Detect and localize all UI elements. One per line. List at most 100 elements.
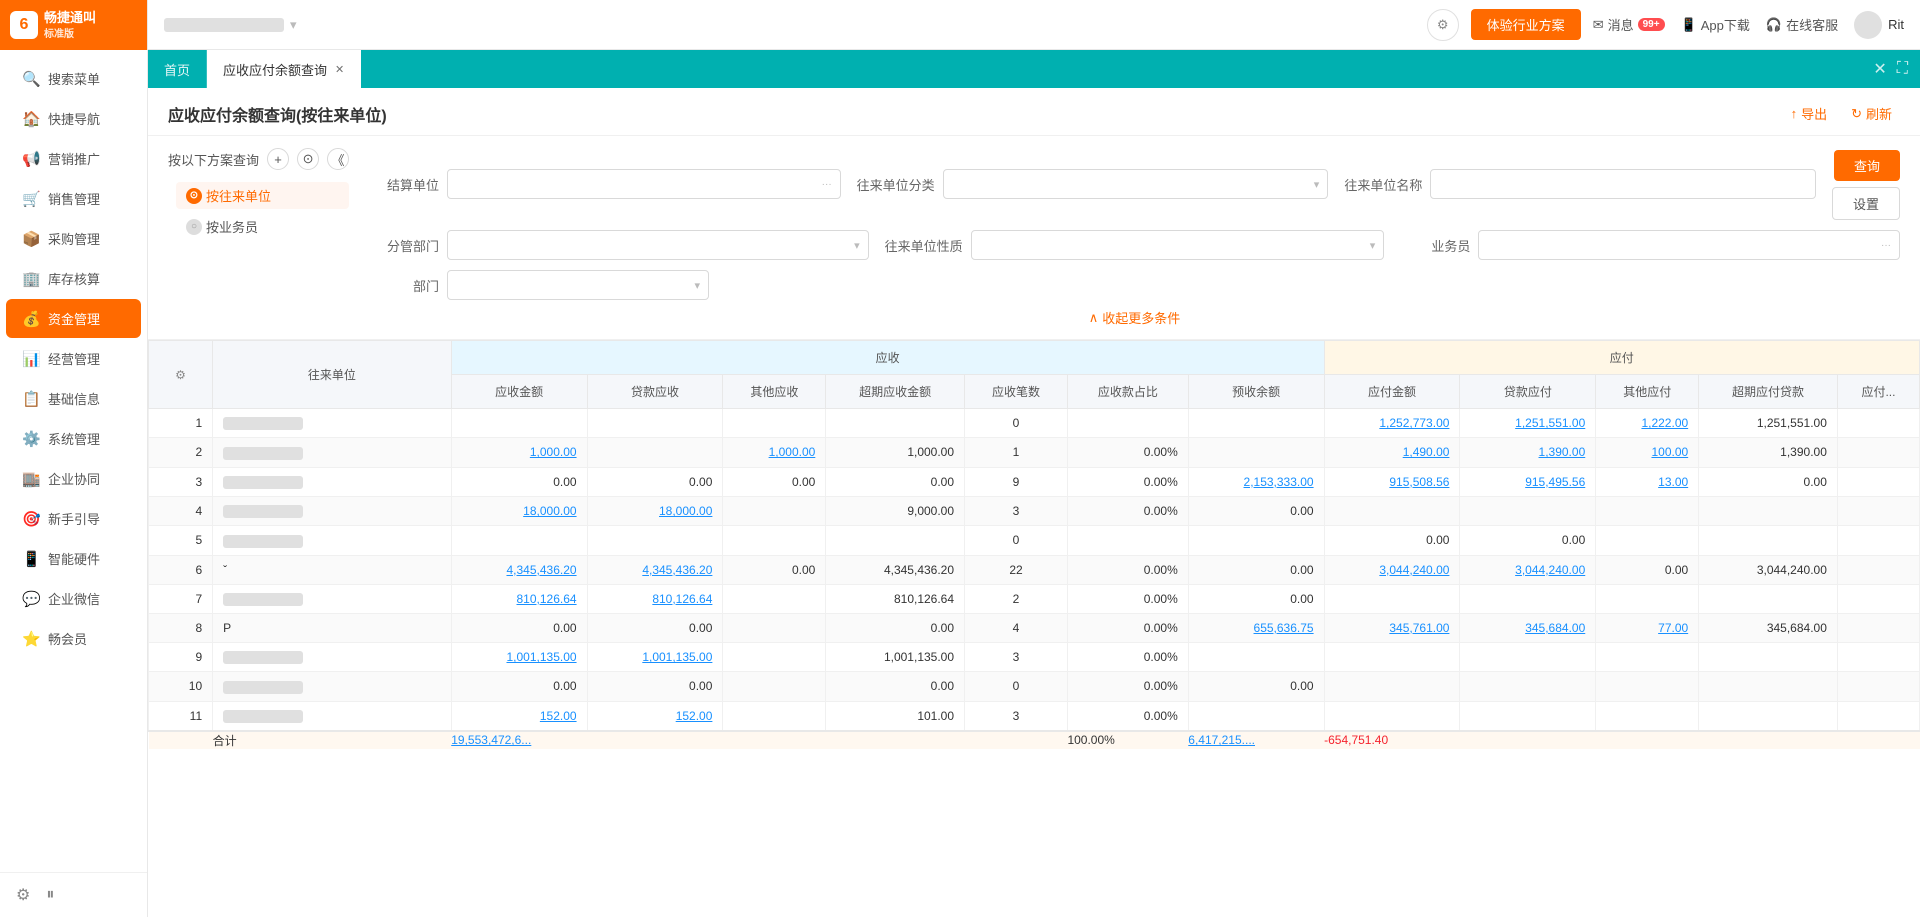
row-ap-loan — [1460, 496, 1596, 525]
col-settings-icon[interactable]: ⚙ — [170, 364, 192, 386]
row-ap-other[interactable]: 100.00 — [1596, 438, 1699, 467]
row-ar-ratio: 0.00% — [1067, 584, 1188, 613]
row-ar-amount[interactable]: 1,001,135.00 — [451, 642, 587, 671]
row-ar-other — [723, 496, 826, 525]
row-ar-amount: 0.00 — [451, 672, 587, 701]
online-service-button[interactable]: 🎧 在线客服 — [1766, 15, 1838, 34]
export-button[interactable]: ↑ 导出 — [1783, 100, 1836, 127]
total-ar-amount[interactable]: 19,553,472,6... — [451, 731, 587, 749]
row-ap-amount[interactable]: 345,761.00 — [1324, 613, 1460, 642]
scheme-add-button[interactable]: + — [267, 148, 289, 170]
row-ap-overdue — [1699, 496, 1838, 525]
query-button[interactable]: 查询 — [1834, 150, 1900, 181]
settings-button[interactable]: ⚙ — [1427, 9, 1459, 41]
row-ap-loan[interactable]: 1,390.00 — [1460, 438, 1596, 467]
row-ar-loan[interactable]: 810,126.64 — [587, 584, 723, 613]
salesman-input[interactable]: ··· — [1478, 230, 1900, 260]
tab-ar-ap[interactable]: 应收应付余额查询 ✕ — [207, 50, 361, 88]
row-prepay[interactable]: 655,636.75 — [1188, 613, 1324, 642]
scheme-by-salesman[interactable]: ○ 按业务员 — [176, 213, 349, 240]
app-download-button[interactable]: 📱 App下载 — [1681, 15, 1750, 34]
row-prepay[interactable]: 2,153,333.00 — [1188, 467, 1324, 496]
chevron-down-icon-2: ▾ — [854, 239, 860, 252]
row-ap-loan[interactable]: 1,251,551.00 — [1460, 409, 1596, 438]
dept-input[interactable]: ▾ — [447, 270, 709, 300]
tab-close-icon[interactable]: ✕ — [335, 63, 344, 76]
sidebar-label-search: 搜索菜单 — [48, 69, 100, 88]
row-no: 11 — [149, 701, 213, 731]
scheme-label: 按以下方案查询 — [168, 150, 259, 169]
row-ap-other — [1596, 701, 1699, 731]
filter-row-1: 结算单位 ··· 往来单位分类 ▾ — [369, 148, 1900, 220]
refresh-button[interactable]: ↻ 刷新 — [1843, 100, 1900, 127]
row-ap-loan[interactable]: 345,684.00 — [1460, 613, 1596, 642]
row-ap-loan[interactable]: 3,044,240.00 — [1460, 555, 1596, 584]
scheme-collapse-button[interactable]: 《 — [327, 148, 349, 170]
row-ar-loan[interactable]: 4,345,436.20 — [587, 555, 723, 584]
row-ar-amount[interactable]: 4,345,436.20 — [451, 555, 587, 584]
user-profile[interactable]: Rit — [1854, 11, 1904, 39]
sidebar-item-quick[interactable]: 🏠 快捷导航 — [6, 99, 141, 138]
sidebar-item-finance[interactable]: 💰 资金管理 — [6, 299, 141, 338]
total-prepay[interactable]: 6,417,215.... — [1188, 731, 1324, 749]
row-ap-overdue: 345,684.00 — [1699, 613, 1838, 642]
row-ar-amount[interactable]: 1,000.00 — [451, 438, 587, 467]
maximize-icon[interactable]: ⛶ — [1897, 60, 1908, 78]
col-settings-header[interactable]: ⚙ — [149, 341, 213, 409]
row-ap-amount[interactable]: 3,044,240.00 — [1324, 555, 1460, 584]
row-ap-amount — [1324, 701, 1460, 731]
row-ar-other[interactable]: 1,000.00 — [723, 438, 826, 467]
partner-nature-input[interactable]: ▾ — [971, 230, 1385, 260]
sidebar-item-wechat[interactable]: 💬 企业微信 — [6, 579, 141, 618]
row-ap-loan[interactable]: 915,495.56 — [1460, 467, 1596, 496]
row-ar-amount[interactable]: 810,126.64 — [451, 584, 587, 613]
row-ap-other[interactable]: 77.00 — [1596, 613, 1699, 642]
settings-footer-icon[interactable]: ⚙ — [16, 885, 30, 905]
row-ar-amount[interactable]: 18,000.00 — [451, 496, 587, 525]
sidebar-item-marketing[interactable]: 📢 营销推广 — [6, 139, 141, 178]
row-ap-amount[interactable]: 1,252,773.00 — [1324, 409, 1460, 438]
tab-home[interactable]: 首页 — [148, 50, 207, 88]
close-window-icon[interactable]: ✕ — [1873, 59, 1886, 79]
scheme-settings-button[interactable]: ⊙ — [297, 148, 319, 170]
sidebar-item-sales[interactable]: 🛒 销售管理 — [6, 179, 141, 218]
row-ap-amount[interactable]: 1,490.00 — [1324, 438, 1460, 467]
sidebar-item-hardware[interactable]: 📱 智能硬件 — [6, 539, 141, 578]
row-ar-loan[interactable]: 1,001,135.00 — [587, 642, 723, 671]
sidebar-item-search[interactable]: 🔍 搜索菜单 — [6, 59, 141, 98]
row-ar-loan[interactable]: 152.00 — [587, 701, 723, 731]
promo-button[interactable]: 体验行业方案 — [1471, 9, 1581, 40]
collapse-label: 收起更多条件 — [1102, 308, 1180, 327]
table-area[interactable]: ⚙ 往来单位 应收 应付 应收金额 贷款应收 其他应收 超期应收金额 应收笔数 — [148, 340, 1920, 917]
sidebar-item-basic[interactable]: 📋 基础信息 — [6, 379, 141, 418]
partner-name-input[interactable] — [1430, 169, 1816, 199]
row-ar-loan[interactable]: 18,000.00 — [587, 496, 723, 525]
sidebar-item-corp[interactable]: 🏬 企业协同 — [6, 459, 141, 498]
partner-category-input[interactable]: ▾ — [943, 169, 1329, 199]
row-ar-overdue: 0.00 — [826, 672, 965, 701]
row-partner — [213, 467, 452, 496]
scheme-by-partner[interactable]: ⊙ 按往来单位 — [176, 182, 349, 209]
sidebar-item-operation[interactable]: 📊 经营管理 — [6, 339, 141, 378]
sidebar-label-quick: 快捷导航 — [48, 109, 100, 128]
sidebar-label-finance: 资金管理 — [48, 309, 100, 328]
messages-button[interactable]: ✉ 消息 99+ — [1593, 15, 1665, 34]
collapse-filter-button[interactable]: ∧ 收起更多条件 — [369, 308, 1900, 327]
sidebar-item-guide[interactable]: 🎯 新手引导 — [6, 499, 141, 538]
row-ap-other[interactable]: 1,222.00 — [1596, 409, 1699, 438]
sidebar-item-stock[interactable]: 🏢 库存核算 — [6, 259, 141, 298]
sidebar-item-system[interactable]: ⚙️ 系统管理 — [6, 419, 141, 458]
set-button[interactable]: 设置 — [1832, 187, 1900, 220]
row-ap-other[interactable]: 13.00 — [1596, 467, 1699, 496]
sidebar-item-purchase[interactable]: 📦 采购管理 — [6, 219, 141, 258]
collapse-sidebar-icon[interactable]: ⏸ — [46, 886, 54, 904]
row-ar-amount[interactable]: 152.00 — [451, 701, 587, 731]
dept-mgr-input[interactable]: ▾ — [447, 230, 869, 260]
row-ar-count: 0 — [965, 409, 1068, 438]
row-ar-other — [723, 672, 826, 701]
tab-bar-actions: ✕ ⛶ — [1873, 59, 1920, 79]
sidebar-item-member[interactable]: ⭐ 畅会员 — [6, 619, 141, 658]
corp-icon: 🏬 — [22, 470, 40, 488]
settlement-unit-input[interactable]: ··· — [447, 169, 841, 199]
row-ap-amount[interactable]: 915,508.56 — [1324, 467, 1460, 496]
